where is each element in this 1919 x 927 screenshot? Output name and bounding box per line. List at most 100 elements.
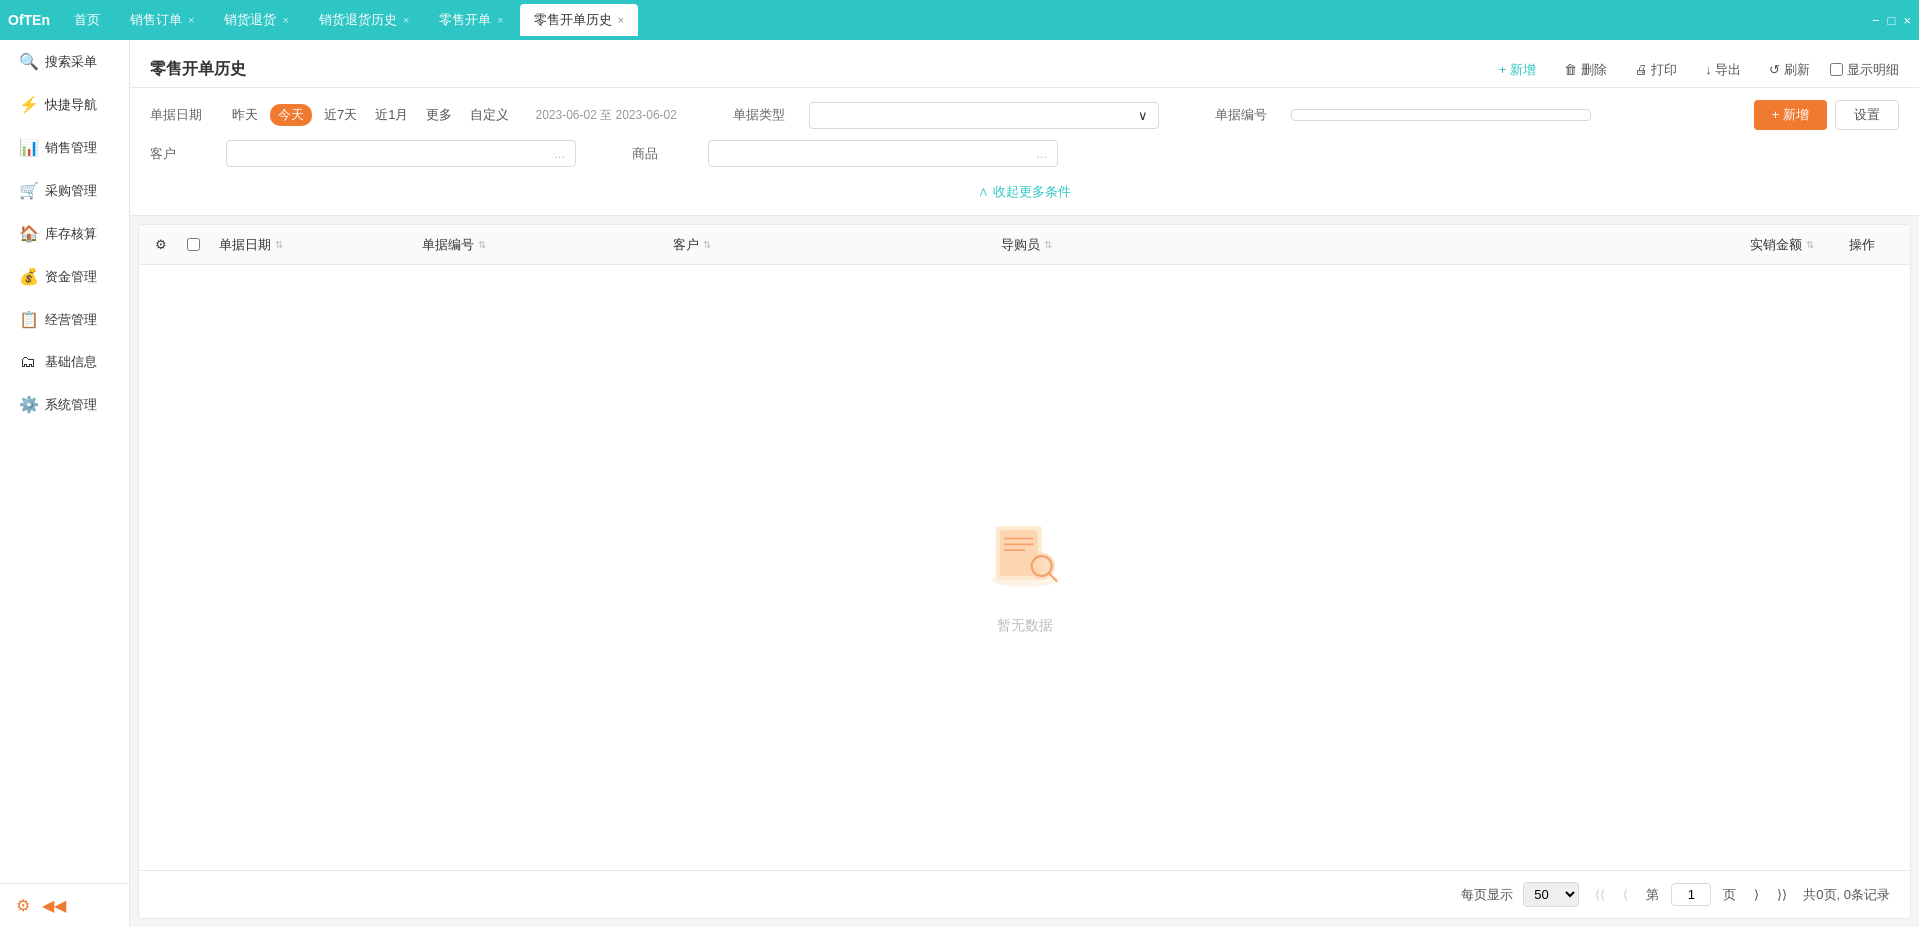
- query-button[interactable]: + 新增: [1754, 100, 1827, 130]
- show-detail-checkbox[interactable]: [1830, 63, 1843, 76]
- next-page-btn[interactable]: ⟩: [1748, 885, 1765, 904]
- delete-button[interactable]: 🗑 删除: [1556, 57, 1615, 83]
- th-amount-sort-icon[interactable]: ⇅: [1806, 239, 1814, 250]
- th-amount: 实销金额 ⇅: [1650, 236, 1822, 254]
- goods-label: 商品: [632, 145, 692, 163]
- page-number-input[interactable]: [1671, 883, 1711, 906]
- sidebar-collapse-icon[interactable]: ◀◀: [42, 896, 66, 915]
- sidebar-item-5[interactable]: 💰 资金管理: [0, 255, 129, 298]
- th-guide-sort-icon[interactable]: ⇅: [1044, 239, 1052, 250]
- customer-input[interactable]: ...: [226, 140, 576, 167]
- tab-close-3[interactable]: ×: [403, 14, 409, 26]
- tab-close-1[interactable]: ×: [188, 14, 194, 26]
- date-range-text: 2023-06-02 至 2023-06-02: [535, 107, 676, 124]
- date-opt-近7天[interactable]: 近7天: [318, 104, 363, 126]
- date-opt-今天[interactable]: 今天: [270, 104, 312, 126]
- order-type-chevron-icon: ∨: [1138, 108, 1148, 123]
- sidebar-icon-6: 📋: [19, 310, 37, 329]
- add-button[interactable]: + 新增: [1491, 57, 1544, 83]
- sidebar-icon-2: 📊: [19, 138, 37, 157]
- th-order-no-label: 单据编号: [422, 236, 474, 254]
- pagination: 每页显示 50 10 20 100 ⟨⟨ ⟨ 第 页 ⟩ ⟩⟩ 共0页, 0条记…: [139, 870, 1910, 918]
- sidebar-icon-0: 🔍: [19, 52, 37, 71]
- th-date-sort-icon[interactable]: ⇅: [275, 239, 283, 250]
- tab-1[interactable]: 销售订单×: [116, 4, 208, 36]
- order-type-select[interactable]: ∨: [809, 102, 1159, 129]
- page-nav: ⟨⟨ ⟨ 第 页 ⟩ ⟩⟩: [1589, 883, 1793, 906]
- first-page-btn[interactable]: ⟨⟨: [1589, 885, 1611, 904]
- page-title: 零售开单历史: [150, 59, 246, 80]
- date-label: 单据日期: [150, 106, 210, 124]
- show-detail-label: 显示明细: [1847, 61, 1899, 79]
- order-no-input[interactable]: [1291, 109, 1591, 121]
- order-type-label: 单据类型: [733, 106, 793, 124]
- tab-0[interactable]: 首页: [60, 4, 114, 36]
- tab-4[interactable]: 零售开单 ×: [425, 4, 517, 36]
- top-nav: OfTEn 首页销售订单×销货退货×销货退货历史×零售开单×零售开单历史× − …: [0, 0, 1919, 40]
- brand-text: OfTEn: [8, 12, 50, 28]
- tab-label-2: 销货退货: [224, 11, 276, 29]
- th-checkbox[interactable]: [179, 238, 211, 251]
- goods-input[interactable]: ...: [708, 140, 1058, 167]
- sidebar-item-3[interactable]: 🛒采购管理: [0, 169, 129, 212]
- sidebar-icon-8: ⚙️: [19, 395, 37, 414]
- settings-gear-icon[interactable]: ⚙: [16, 896, 30, 915]
- settings-button[interactable]: 设置: [1835, 100, 1899, 130]
- sidebar-item-7[interactable]: 🗂基础信息: [0, 341, 129, 383]
- sidebar-item-8[interactable]: ⚙️系统管理: [0, 383, 129, 426]
- sidebar-item-4[interactable]: 🏠库存核算: [0, 212, 129, 255]
- th-guide-label: 导购员: [1001, 236, 1040, 254]
- sidebar-label-2: 销售管理: [45, 139, 97, 157]
- per-page-select[interactable]: 50 10 20 100: [1523, 882, 1579, 907]
- tab-5[interactable]: 零售开单历史×: [520, 4, 638, 36]
- sidebar-bottom: ⚙ ◀◀: [0, 883, 129, 927]
- th-customer-sort-icon[interactable]: ⇅: [703, 239, 711, 250]
- date-opt-昨天[interactable]: 昨天: [226, 104, 264, 126]
- restore-btn[interactable]: □: [1888, 13, 1896, 28]
- tab-2[interactable]: 销货退货 ×: [210, 4, 302, 36]
- sidebar-label-4: 库存核算: [45, 225, 97, 243]
- tab-label-3: 销货退货历史: [319, 11, 397, 29]
- export-button[interactable]: ↓ 导出: [1697, 57, 1749, 83]
- date-opt-更多[interactable]: 更多: [420, 104, 458, 126]
- sidebar-icon-7: 🗂: [19, 353, 37, 371]
- sidebar-label-3: 采购管理: [45, 182, 97, 200]
- show-detail-checkbox-label: 显示明细: [1830, 61, 1899, 79]
- minimize-btn[interactable]: −: [1872, 13, 1880, 28]
- th-date: 单据日期 ⇅: [211, 236, 414, 254]
- filter-row-1: 单据日期 昨天今天近7天近1月更多自定义 2023-06-02 至 2023-0…: [150, 100, 1899, 130]
- close-btn[interactable]: ×: [1903, 13, 1911, 28]
- refresh-button[interactable]: ↺ 刷新: [1761, 57, 1818, 83]
- tab-close-4[interactable]: ×: [497, 14, 503, 26]
- last-page-btn[interactable]: ⟩⟩: [1771, 885, 1793, 904]
- goods-ellipsis: ...: [1036, 146, 1047, 161]
- sidebar-item-2[interactable]: 📊 销售管理: [0, 126, 129, 169]
- tabs-container: 首页销售订单×销货退货×销货退货历史×零售开单×零售开单历史×: [60, 4, 638, 36]
- empty-state: 暂无数据: [139, 265, 1910, 870]
- prev-page-btn[interactable]: ⟨: [1617, 885, 1634, 904]
- sidebar-label-1: 快捷导航: [45, 96, 97, 114]
- sidebar-label-0: 搜索采单: [45, 53, 97, 71]
- th-guide: 导购员 ⇅: [993, 236, 1165, 254]
- tab-3[interactable]: 销货退货历史 ×: [305, 4, 423, 36]
- select-all-checkbox[interactable]: [187, 238, 200, 251]
- sidebar-item-6[interactable]: 📋 经营管理: [0, 298, 129, 341]
- tab-close-5[interactable]: ×: [618, 14, 624, 26]
- th-action-label: 操作: [1849, 236, 1875, 254]
- date-opt-近1月[interactable]: 近1月: [369, 104, 414, 126]
- print-button[interactable]: 🖨 打印: [1627, 57, 1686, 83]
- tab-label-4: 零售开单: [439, 11, 491, 29]
- date-opt-自定义[interactable]: 自定义: [464, 104, 515, 126]
- sidebar-label-5: 资金管理: [45, 268, 97, 286]
- sidebar-item-1[interactable]: ⚡快捷导航: [0, 83, 129, 126]
- per-page-label: 每页显示: [1461, 886, 1513, 904]
- empty-text: 暂无数据: [997, 617, 1053, 635]
- sidebar-item-0[interactable]: 🔍 搜索采单: [0, 40, 129, 83]
- sidebar-icon-5: 💰: [19, 267, 37, 286]
- collapse-conditions-btn[interactable]: ∧ 收起更多条件: [150, 177, 1899, 203]
- th-order-no-sort-icon[interactable]: ⇅: [478, 239, 486, 250]
- tab-close-2[interactable]: ×: [282, 14, 288, 26]
- sidebar-label-6: 经营管理: [45, 311, 97, 329]
- th-order-no: 单据编号 ⇅: [414, 236, 664, 254]
- th-settings[interactable]: ⚙: [147, 237, 179, 252]
